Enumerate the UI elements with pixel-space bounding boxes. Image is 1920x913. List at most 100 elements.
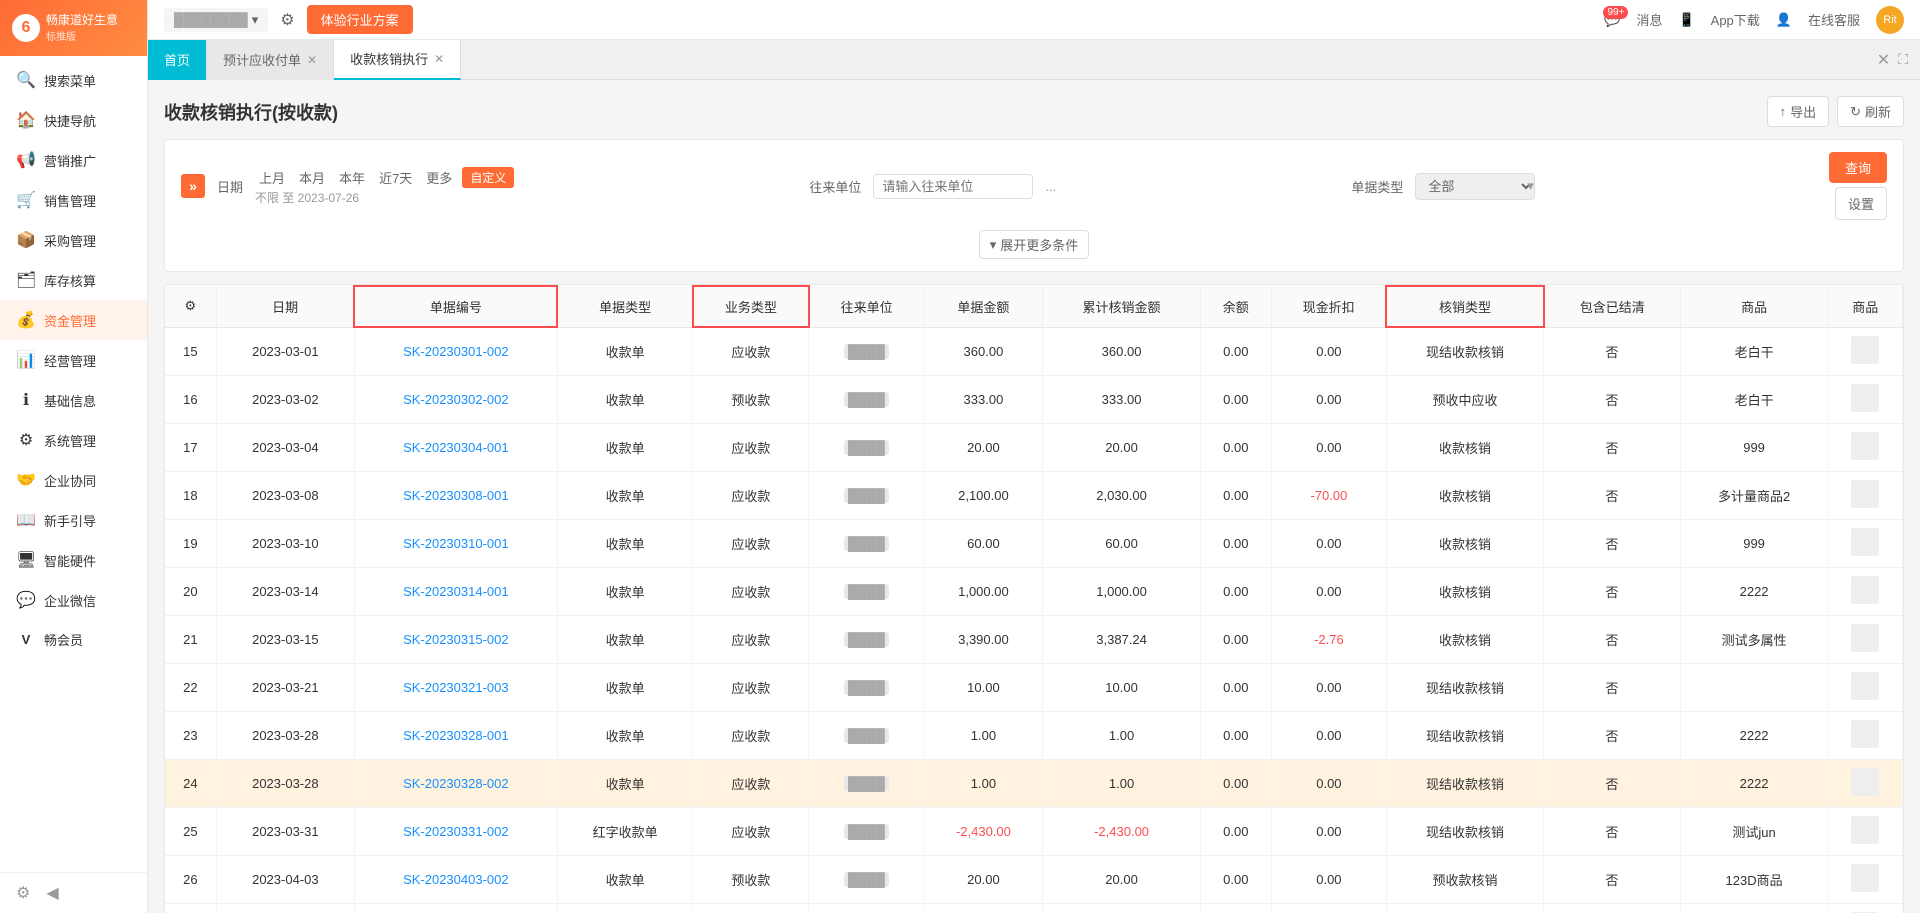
sidebar-item-marketing[interactable]: 📢 营销推广: [0, 140, 147, 180]
table-row: 252023-03-31SK-20230331-002红字收款单应收款████-…: [165, 807, 1903, 855]
app-download-icon[interactable]: 📱: [1678, 12, 1694, 28]
doc-no-link[interactable]: SK-20230308-001: [403, 488, 509, 503]
cell-balance: 0.00: [1200, 855, 1271, 903]
sidebar-item-search[interactable]: 🔍 搜索菜单: [0, 60, 147, 100]
sidebar-item-ops[interactable]: 📊 经营管理: [0, 340, 147, 380]
cell-doc-no[interactable]: SK-20230328-001: [354, 711, 557, 759]
date-opt-last-month[interactable]: 上月: [255, 166, 289, 189]
messages-label: 消息: [1636, 10, 1662, 29]
refresh-button[interactable]: ↻ 刷新: [1837, 96, 1904, 127]
tab-receivables[interactable]: 预计应收付单 ✕: [207, 40, 334, 80]
cell-writeoff: 60.00: [1043, 519, 1200, 567]
sidebar-item-label: 智能硬件: [44, 551, 96, 570]
cell-settled: 否: [1544, 663, 1681, 711]
filter-expand-toggle: »: [181, 174, 205, 198]
sidebar-item-label: 营销推广: [44, 151, 96, 170]
goods-thumbnail: [1851, 768, 1879, 796]
cell-date: 2023-03-02: [216, 375, 354, 423]
sidebar-item-system[interactable]: ⚙ 系统管理: [0, 420, 147, 460]
cell-doc-no[interactable]: SK-20230321-003: [354, 663, 557, 711]
sidebar-item-inventory[interactable]: 🗂 库存核算: [0, 260, 147, 300]
cell-doc-no[interactable]: SK-20230314-001: [354, 567, 557, 615]
doc-no-link[interactable]: SK-20230328-002: [403, 776, 509, 791]
col-header-amount: 单据金额: [924, 286, 1043, 327]
cell-cancel-type: 收款核销: [1386, 615, 1543, 663]
filter-expand-button[interactable]: »: [181, 174, 205, 198]
cell-doc-no[interactable]: SK-20230331-002: [354, 807, 557, 855]
cell-doc-no[interactable]: SK-20230328-002: [354, 759, 557, 807]
cell-doc-no[interactable]: SK-20230310-001: [354, 519, 557, 567]
logo-sub: 标推版: [46, 28, 118, 43]
cell-cancel-type: 现结收款核销: [1386, 903, 1543, 913]
cell-biz-type: 应收款: [693, 615, 809, 663]
date-opt-this-year[interactable]: 本年: [335, 166, 369, 189]
doc-no-link[interactable]: SK-20230302-002: [403, 392, 509, 407]
online-support-icon[interactable]: 👤: [1776, 12, 1792, 28]
cell-thumb: [1828, 759, 1903, 807]
cell-thumb: [1828, 327, 1903, 375]
topbar: ████████ ▾ ⚙ 体验行业方案 💬 99+ 消息 📱 App下载 👤 在…: [148, 0, 1920, 40]
settings-icon[interactable]: ⚙: [16, 883, 30, 903]
cell-doc-no[interactable]: SK-20230403-002: [354, 855, 557, 903]
sidebar-item-member[interactable]: V 畅会员: [0, 620, 147, 659]
maximize-icon[interactable]: ⛶: [1898, 51, 1908, 68]
table-header: ⚙ 日期 单据编号 单据类型 业务类型 往来单位 单据金额 累计核销金额 余额 …: [165, 286, 1903, 327]
sidebar-item-sales[interactable]: 🛒 销售管理: [0, 180, 147, 220]
filter-setting-button[interactable]: 设置: [1835, 187, 1887, 220]
sidebar-item-hardware[interactable]: 🖥 智能硬件: [0, 540, 147, 580]
expand-more-button[interactable]: ▾ 展开更多条件: [979, 230, 1090, 259]
cell-discount: 0.00: [1271, 375, 1386, 423]
cell-doc-no[interactable]: SK-20230315-002: [354, 615, 557, 663]
doc-no-link[interactable]: SK-20230328-001: [403, 728, 509, 743]
cell-doc-no[interactable]: SK-20230308-001: [354, 471, 557, 519]
cell-discount: -2.76: [1271, 615, 1386, 663]
date-opt-custom[interactable]: 自定义: [462, 167, 514, 188]
tab-home[interactable]: 首页: [148, 40, 207, 80]
doc-no-link[interactable]: SK-20230304-001: [403, 440, 509, 455]
tab-writeoff-close[interactable]: ✕: [434, 52, 444, 66]
filter-row-1: » 日期 上月 本月 本年 近7天 更多 自定义 不限 至 2023-07-26: [181, 152, 1887, 220]
sidebar-item-quick[interactable]: 🏠 快捷导航: [0, 100, 147, 140]
online-support-label[interactable]: 在线客服: [1808, 10, 1860, 29]
tab-writeoff[interactable]: 收款核销执行 ✕: [334, 40, 461, 80]
doc-no-link[interactable]: SK-20230321-003: [403, 680, 509, 695]
tab-receivables-close[interactable]: ✕: [307, 53, 317, 67]
doc-no-link[interactable]: SK-20230403-002: [403, 872, 509, 887]
app-download-label[interactable]: App下载: [1711, 10, 1760, 29]
doc-type-filter-select[interactable]: 全部 收款单 红字收款单: [1415, 173, 1535, 200]
query-button[interactable]: 查询: [1829, 152, 1887, 183]
close-window-icon[interactable]: ✕: [1877, 50, 1890, 70]
partner-filter-input[interactable]: [873, 174, 1033, 199]
export-button[interactable]: ↑ 导出: [1767, 96, 1830, 127]
doc-no-link[interactable]: SK-20230301-002: [403, 344, 509, 359]
cell-doc-no[interactable]: SK-20230304-001: [354, 423, 557, 471]
sidebar-item-corp[interactable]: 🤝 企业协同: [0, 460, 147, 500]
cell-settled: 否: [1544, 471, 1681, 519]
sidebar-item-wechat[interactable]: 💬 企业微信: [0, 580, 147, 620]
solution-button[interactable]: 体验行业方案: [307, 5, 413, 34]
doc-no-link[interactable]: SK-20230315-002: [403, 632, 509, 647]
cell-doc-no[interactable]: SK-20230408-001: [354, 903, 557, 913]
date-opt-7days[interactable]: 近7天: [375, 166, 416, 189]
message-icon[interactable]: 💬 99+: [1604, 12, 1620, 28]
doc-no-link[interactable]: SK-20230310-001: [403, 536, 509, 551]
user-avatar[interactable]: Rit: [1876, 6, 1904, 34]
cell-doc-no[interactable]: SK-20230302-002: [354, 375, 557, 423]
sidebar-item-purchase[interactable]: 📦 采购管理: [0, 220, 147, 260]
cell-doc-no[interactable]: SK-20230301-002: [354, 327, 557, 375]
cell-amount: 1.00: [924, 711, 1043, 759]
org-selector[interactable]: ████████ ▾: [164, 8, 268, 32]
table-scroll[interactable]: ⚙ 日期 单据编号 单据类型 业务类型 往来单位 单据金额 累计核销金额 余额 …: [165, 285, 1903, 913]
sidebar-item-finance[interactable]: 💰 资金管理: [0, 300, 147, 340]
sidebar-item-guide[interactable]: 📖 新手引导: [0, 500, 147, 540]
collapse-icon[interactable]: ◀: [46, 883, 58, 903]
date-opt-this-month[interactable]: 本月: [295, 166, 329, 189]
doc-no-link[interactable]: SK-20230331-002: [403, 824, 509, 839]
topbar-gear-icon[interactable]: ⚙: [280, 10, 294, 30]
sidebar-item-basic[interactable]: ℹ 基础信息: [0, 380, 147, 420]
cell-balance: 0.00: [1200, 567, 1271, 615]
goods-thumbnail: [1851, 480, 1879, 508]
doc-no-link[interactable]: SK-20230314-001: [403, 584, 509, 599]
date-opt-more[interactable]: 更多: [422, 166, 456, 189]
cell-amount: 1.00: [924, 759, 1043, 807]
